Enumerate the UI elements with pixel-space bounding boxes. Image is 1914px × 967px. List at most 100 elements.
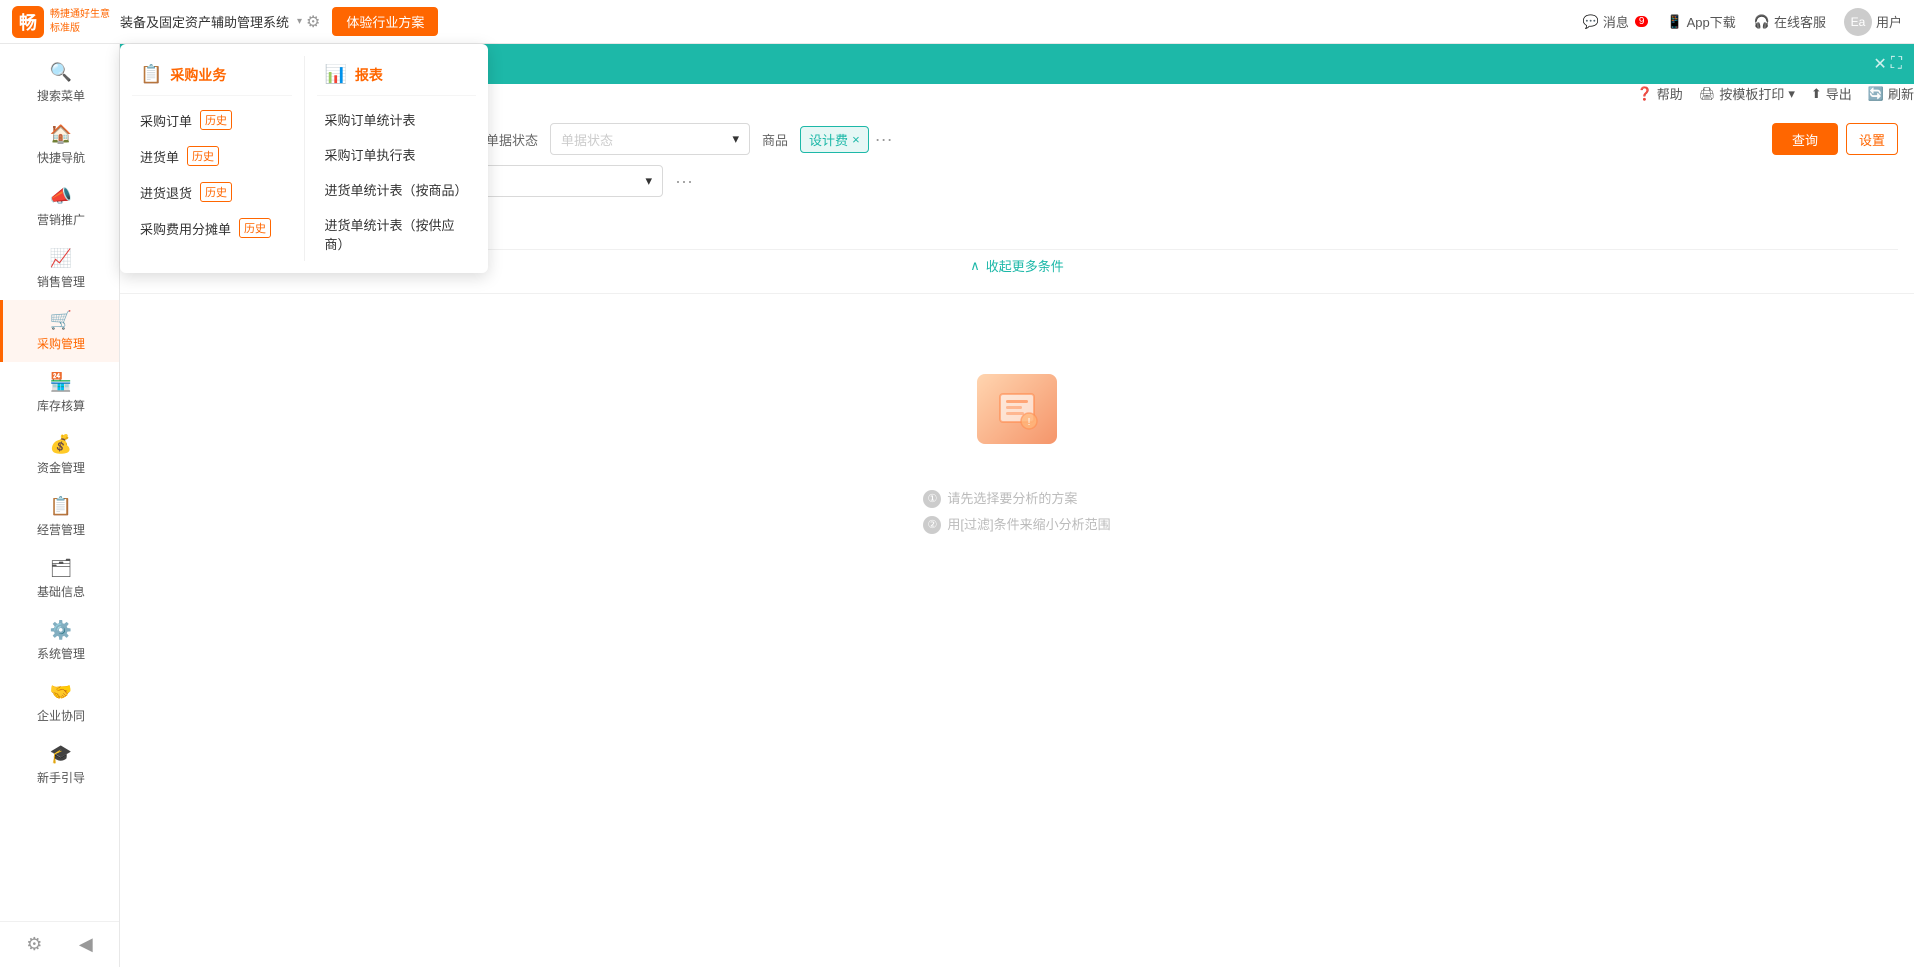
status-placeholder: 单据状态 [561, 130, 613, 149]
empty-tip-2: ② 用[过滤]条件来缩小分析范围 [923, 512, 1110, 538]
salesman-dropdown-icon: ▾ [646, 173, 653, 189]
goods-dots[interactable]: ··· [875, 129, 893, 150]
empty-illustration: ! [977, 374, 1057, 444]
tip-num-2: ② [923, 516, 941, 534]
report-col-icon: 📊 [325, 64, 347, 85]
inbound-stats-supplier-label: 进货单统计表（按供应商） [325, 215, 469, 253]
sidebar: 🔍 搜索菜单 🏠 快捷导航 📣 营销推广 📈 销售管理 🛒 采购管理 🏪 库存核… [0, 44, 120, 967]
search-icon: 🔍 [50, 62, 72, 83]
system-icon: ⚙️ [50, 620, 72, 641]
dropdown-col-business: 📋 采购业务 采购订单 历史 进货单 历史 进货退货 历史 采购费用分摊单 历史 [120, 56, 304, 261]
guide-icon: 🎓 [50, 744, 72, 765]
help-icon: ❓ [1637, 86, 1653, 102]
inbound-label: 进货单 [140, 147, 179, 166]
sidebar-item-label: 资金管理 [37, 459, 85, 476]
purchase-order-label: 采购订单 [140, 111, 192, 130]
collapse-sidebar-btn[interactable]: ◀ [79, 934, 93, 955]
sidebar-item-system[interactable]: ⚙️ 系统管理 [0, 610, 119, 672]
dropdown-col-business-title: 📋 采购业务 [132, 56, 292, 96]
query-btn[interactable]: 查询 [1772, 123, 1838, 155]
svg-text:!: ! [1028, 417, 1031, 428]
sidebar-item-search[interactable]: 🔍 搜索菜单 [0, 52, 119, 114]
tip-num-1: ① [923, 490, 941, 508]
refresh-btn[interactable]: 🔄 刷新 [1868, 84, 1914, 103]
goods-tag: 设计费 × [800, 126, 869, 153]
sidebar-item-label: 系统管理 [37, 645, 85, 662]
sidebar-item-label: 新手引导 [37, 769, 85, 786]
goods-tag-close[interactable]: × [852, 132, 860, 147]
sidebar-item-label: 快捷导航 [37, 149, 85, 166]
empty-svg: ! [992, 384, 1042, 434]
export-icon: ⬆ [1811, 86, 1822, 102]
notifications-btn[interactable]: 💬 消息 9 [1583, 12, 1649, 31]
inventory-icon: 🏪 [50, 372, 72, 393]
sidebar-item-label: 营销推广 [37, 211, 85, 228]
tabbar-right: ✕ ⛶ [1873, 54, 1914, 74]
sidebar-item-collab[interactable]: 🤝 企业协同 [0, 672, 119, 734]
dropdown-item-inbound-stats-goods[interactable]: 进货单统计表（按商品） [317, 172, 477, 207]
industry-btn[interactable]: 体验行业方案 [332, 7, 438, 36]
user-menu-btn[interactable]: Ea 用户 [1844, 8, 1902, 36]
dropdown-item-order-exec[interactable]: 采购订单执行表 [317, 137, 477, 172]
online-service-btn[interactable]: 🎧 在线客服 [1754, 12, 1826, 31]
dropdown-item-purchase-order[interactable]: 采购订单 历史 [132, 102, 292, 138]
notif-badge: 9 [1635, 16, 1649, 27]
order-exec-label: 采购订单执行表 [325, 145, 416, 164]
sidebar-item-finance[interactable]: 💰 资金管理 [0, 424, 119, 486]
avatar: Ea [1844, 8, 1872, 36]
sidebar-item-inventory[interactable]: 🏪 库存核算 [0, 362, 119, 424]
print-btn[interactable]: 🖨 按模板打印 ▾ [1699, 84, 1795, 103]
empty-tip-1: ① 请先选择要分析的方案 [923, 486, 1110, 512]
close-window-btn[interactable]: ✕ [1873, 54, 1886, 74]
status-label: 单据状态 [486, 130, 538, 149]
topbar: 畅 畅捷通好生意标准版 装备及固定资产辅助管理系统 ▾ ⚙ 体验行业方案 💬 消… [0, 0, 1914, 44]
dropdown-col-report: 📊 报表 采购订单统计表 采购订单执行表 进货单统计表（按商品） 进货单统计表（… [304, 56, 489, 261]
settings-btn[interactable]: 设置 [1846, 123, 1898, 155]
export-btn[interactable]: ⬆ 导出 [1811, 84, 1852, 103]
status-dropdown-icon: ▾ [733, 131, 740, 147]
sidebar-item-purchase[interactable]: 🛒 采购管理 [0, 300, 119, 362]
headset-icon: 🎧 [1754, 14, 1770, 30]
expense-label: 采购费用分摊单 [140, 219, 231, 238]
inbound-stats-goods-label: 进货单统计表（按商品） [325, 180, 468, 199]
sidebar-item-nav[interactable]: 🏠 快捷导航 [0, 114, 119, 176]
empty-state: ! ① 请先选择要分析的方案 ② 用[过滤]条件来缩小分析范围 [120, 294, 1914, 618]
salesman-select[interactable]: ▾ [463, 165, 663, 197]
sidebar-item-label: 搜索菜单 [37, 87, 85, 104]
sidebar-item-label: 企业协同 [37, 707, 85, 724]
dropdown-item-return[interactable]: 进货退货 历史 [132, 174, 292, 210]
logo-icon: 畅 [12, 6, 44, 38]
sidebar-item-basic[interactable]: 🗂 基础信息 [0, 548, 119, 610]
sidebar-item-label: 销售管理 [37, 273, 85, 290]
empty-icon: ! [967, 374, 1067, 474]
dropdown-item-order-stats[interactable]: 采购订单统计表 [317, 102, 477, 137]
dropdown-item-expense[interactable]: 采购费用分摊单 历史 [132, 210, 292, 246]
settings-bottom-btn[interactable]: ⚙ [26, 934, 42, 955]
dropdown-item-inbound-stats-supplier[interactable]: 进货单统计表（按供应商） [317, 207, 477, 261]
sidebar-item-label: 经营管理 [37, 521, 85, 538]
sidebar-item-guide[interactable]: 🎓 新手引导 [0, 734, 119, 796]
dropdown-item-inbound[interactable]: 进货单 历史 [132, 138, 292, 174]
sidebar-item-sales[interactable]: 📈 销售管理 [0, 238, 119, 300]
status-select[interactable]: 单据状态 ▾ [550, 123, 750, 155]
app-download-btn[interactable]: 📱 App下载 [1666, 12, 1735, 31]
maximize-btn[interactable]: ⛶ [1891, 55, 1902, 73]
dropdown-col-report-title: 📊 报表 [317, 56, 477, 96]
sys-name-label: 装备及固定资产辅助管理系统 [120, 12, 289, 31]
sys-dropdown-icon[interactable]: ▾ [297, 16, 302, 27]
history-badge-4: 历史 [239, 218, 271, 238]
home-icon: 🏠 [50, 124, 72, 145]
logo-text: 畅捷通好生意标准版 [50, 8, 110, 36]
sidebar-bottom: ⚙ ◀ [0, 921, 119, 967]
help-btn[interactable]: ❓ 帮助 [1637, 84, 1683, 103]
empty-tips: ① 请先选择要分析的方案 ② 用[过滤]条件来缩小分析范围 [923, 486, 1110, 538]
collab-icon: 🤝 [50, 682, 72, 703]
sidebar-item-marketing[interactable]: 📣 营销推广 [0, 176, 119, 238]
salesman-dots[interactable]: ··· [675, 171, 693, 192]
sys-name-area: 装备及固定资产辅助管理系统 ▾ [120, 12, 302, 31]
gear-icon[interactable]: ⚙ [306, 12, 320, 32]
history-badge-3: 历史 [200, 182, 232, 202]
sidebar-item-operations[interactable]: 📋 经营管理 [0, 486, 119, 548]
sales-icon: 📈 [50, 248, 72, 269]
finance-icon: 💰 [50, 434, 72, 455]
